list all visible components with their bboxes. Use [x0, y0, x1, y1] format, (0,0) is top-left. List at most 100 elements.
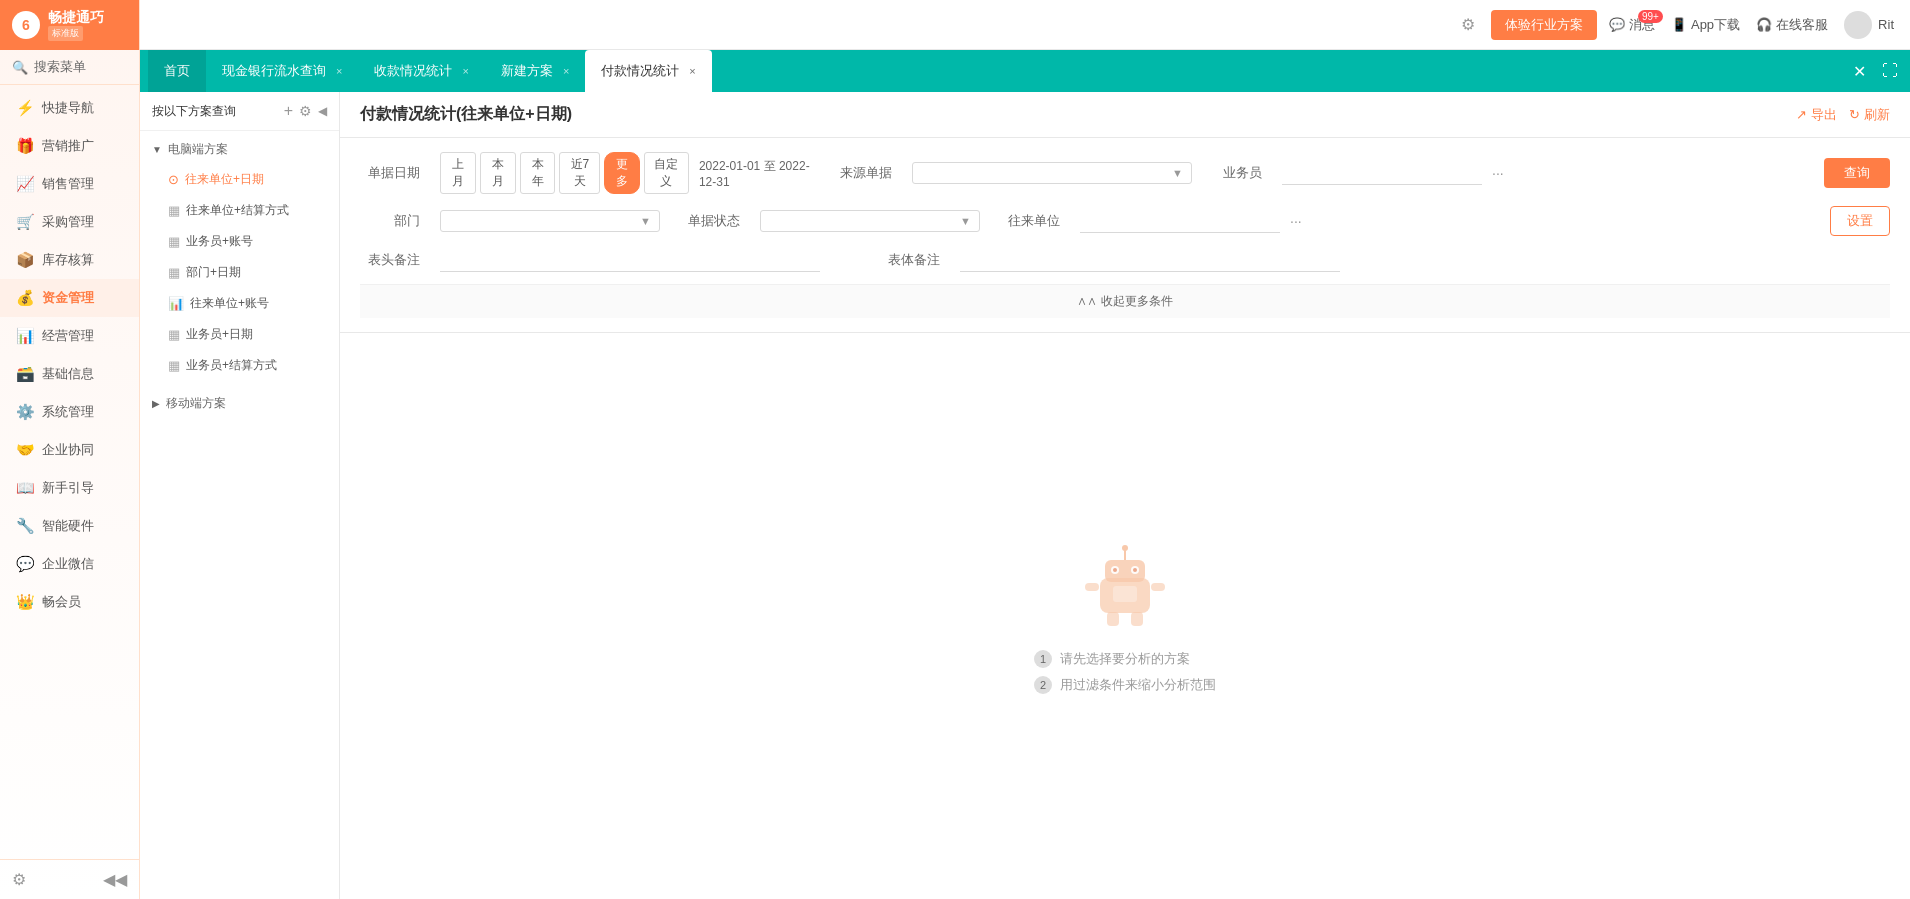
search-menu[interactable]: 🔍 搜索菜单: [0, 50, 139, 85]
settings-icon[interactable]: ⚙: [1461, 15, 1475, 34]
salesman-input[interactable]: [1282, 161, 1482, 185]
tab-bar: 首页 现金银行流水查询 × 收款情况统计 × 新建方案 × 付款情况统计 × ✕…: [140, 50, 1910, 92]
message-icon: 💬: [1609, 17, 1625, 32]
tab-bar-actions: ✕ ⛶: [1849, 58, 1902, 85]
trial-button[interactable]: 体验行业方案: [1491, 10, 1597, 40]
sidebar-item-system[interactable]: ⚙️ 系统管理: [0, 393, 139, 431]
table-icon: ▦: [168, 203, 180, 218]
right-panel: 付款情况统计(往来单位+日期) ↗ 导出 ↻ 刷新 单据日期: [340, 92, 1910, 899]
btn-last-month[interactable]: 上月: [440, 152, 476, 194]
schema-item-unit-settle[interactable]: ▦ 往来单位+结算方式: [140, 195, 339, 226]
sidebar-item-sales[interactable]: 📈 销售管理: [0, 165, 139, 203]
table-icon-2: ▦: [168, 234, 180, 249]
schema-item-salesman-date[interactable]: ▦ 业务员+日期: [140, 319, 339, 350]
sidebar-item-hardware[interactable]: 🔧 智能硬件: [0, 507, 139, 545]
table-header-input[interactable]: [440, 248, 820, 272]
sidebar-item-marketing[interactable]: 🎁 营销推广: [0, 127, 139, 165]
sidebar-item-enterprise[interactable]: 🤝 企业协同: [0, 431, 139, 469]
schema-item-salesman-settle[interactable]: ▦ 业务员+结算方式: [140, 350, 339, 381]
dept-select[interactable]: ▼: [440, 210, 660, 232]
close-payments-icon[interactable]: ×: [689, 65, 695, 77]
refresh-button[interactable]: ↻ 刷新: [1849, 106, 1890, 124]
date-buttons: 上月 本月 本年 近7天 更多 自定义: [440, 152, 689, 194]
source-label: 来源单据: [840, 164, 892, 182]
filter-row-1: 单据日期 上月 本月 本年 近7天 更多 自定义 2022-01-01 至 20…: [360, 152, 1890, 194]
btn-this-year[interactable]: 本年: [520, 152, 556, 194]
operations-icon: 📊: [16, 327, 34, 345]
query-button[interactable]: 查询: [1824, 158, 1890, 188]
logo-text: 畅捷通巧 标准版: [48, 9, 104, 41]
schema-item-unit-date[interactable]: ⊙ 往来单位+日期: [140, 164, 339, 195]
expand-desktop-icon: ▼: [152, 144, 162, 155]
tab-new-plan[interactable]: 新建方案 ×: [485, 50, 585, 92]
user-area[interactable]: Rit: [1844, 11, 1894, 39]
gift-icon: 🎁: [16, 137, 34, 155]
add-schema-icon[interactable]: +: [284, 102, 293, 120]
sidebar-item-member[interactable]: 👑 畅会员: [0, 583, 139, 621]
setting-button[interactable]: 设置: [1830, 206, 1890, 236]
settings-footer-icon[interactable]: ⚙: [12, 870, 26, 889]
schema-item-dept-date[interactable]: ▦ 部门+日期: [140, 257, 339, 288]
tab-payments[interactable]: 付款情况统计 ×: [585, 50, 711, 92]
hardware-icon: 🔧: [16, 517, 34, 535]
source-select[interactable]: ▼: [912, 162, 1192, 184]
collapse-more[interactable]: ∧∧ 收起更多条件: [360, 284, 1890, 318]
sidebar-item-basic[interactable]: 🗃️ 基础信息: [0, 355, 139, 393]
related-unit-input[interactable]: [1080, 209, 1280, 233]
sidebar-item-finance[interactable]: 💰 资金管理: [0, 279, 139, 317]
chart-icon: 📈: [16, 175, 34, 193]
related-unit-dots[interactable]: ···: [1286, 213, 1306, 229]
app-download-button[interactable]: 📱 App下载: [1671, 16, 1740, 34]
close-all-tabs-icon[interactable]: ✕: [1849, 58, 1870, 85]
schema-group-mobile-title[interactable]: ▶ 移动端方案: [140, 389, 339, 418]
filter-row-2: 部门 ▼ 单据状态 ▼ 往来单位 ··· 设置: [360, 206, 1890, 236]
close-receipts-icon[interactable]: ×: [462, 65, 468, 77]
sidebar-item-purchase[interactable]: 🛒 采购管理: [0, 203, 139, 241]
tab-home[interactable]: 首页: [148, 50, 206, 92]
doc-status-select[interactable]: ▼: [760, 210, 980, 232]
btn-this-month[interactable]: 本月: [480, 152, 516, 194]
avatar: [1844, 11, 1872, 39]
svg-rect-11: [1131, 612, 1143, 626]
headset-icon: 🎧: [1756, 17, 1772, 32]
bar-chart-icon: 📊: [168, 296, 184, 311]
database-icon: 🗃️: [16, 365, 34, 383]
salesman-dots[interactable]: ···: [1488, 165, 1508, 181]
messages-button[interactable]: 💬 消息 99+: [1609, 16, 1655, 34]
collapse-panel-icon[interactable]: ◀: [318, 104, 327, 118]
svg-rect-8: [1085, 583, 1099, 591]
table-body-input[interactable]: [960, 248, 1340, 272]
btn-custom-date[interactable]: 自定义: [644, 152, 689, 194]
money-icon: 💰: [16, 289, 34, 307]
schema-group-desktop: ▼ 电脑端方案 ⊙ 往来单位+日期 ▦ 往来单位+结算方式 ▦ 业务员+账号 ▦: [140, 131, 339, 385]
online-service-button[interactable]: 🎧 在线客服: [1756, 16, 1828, 34]
schema-item-unit-account[interactable]: 📊 往来单位+账号: [140, 288, 339, 319]
active-item-icon: ⊙: [168, 172, 179, 187]
sidebar-item-quicknav[interactable]: ⚡ 快捷导航: [0, 89, 139, 127]
collapse-sidebar-icon[interactable]: ◀◀: [103, 870, 127, 889]
svg-rect-10: [1107, 612, 1119, 626]
sidebar-nav: ⚡ 快捷导航 🎁 营销推广 📈 销售管理 🛒 采购管理 📦 库存核算 💰 资金管…: [0, 85, 139, 859]
close-newplan-icon[interactable]: ×: [563, 65, 569, 77]
sidebar-item-inventory[interactable]: 📦 库存核算: [0, 241, 139, 279]
doc-status-label: 单据状态: [680, 212, 740, 230]
tab-receipts[interactable]: 收款情况统计 ×: [358, 50, 484, 92]
sidebar-item-guide[interactable]: 📖 新手引导: [0, 469, 139, 507]
export-button[interactable]: ↗ 导出: [1796, 106, 1837, 124]
sidebar-item-operations[interactable]: 📊 经营管理: [0, 317, 139, 355]
wechat-icon: 💬: [16, 555, 34, 573]
schema-settings-icon[interactable]: ⚙: [299, 103, 312, 119]
close-cashflow-icon[interactable]: ×: [336, 65, 342, 77]
doc-status-arrow: ▼: [960, 215, 971, 227]
empty-tips: 1 请先选择要分析的方案 2 用过滤条件来缩小分析范围: [1034, 650, 1216, 694]
left-panel-actions: + ⚙ ◀: [284, 102, 327, 120]
btn-more-dates[interactable]: 更多: [604, 152, 640, 194]
sidebar-item-wechat[interactable]: 💬 企业微信: [0, 545, 139, 583]
schema-item-salesman-account[interactable]: ▦ 业务员+账号: [140, 226, 339, 257]
source-select-arrow: ▼: [1172, 167, 1183, 179]
schema-group-desktop-title[interactable]: ▼ 电脑端方案: [140, 135, 339, 164]
export-icon: ↗: [1796, 107, 1807, 122]
tab-cashflow[interactable]: 现金银行流水查询 ×: [206, 50, 358, 92]
expand-tabs-icon[interactable]: ⛶: [1878, 58, 1902, 84]
btn-last-7days[interactable]: 近7天: [559, 152, 600, 194]
